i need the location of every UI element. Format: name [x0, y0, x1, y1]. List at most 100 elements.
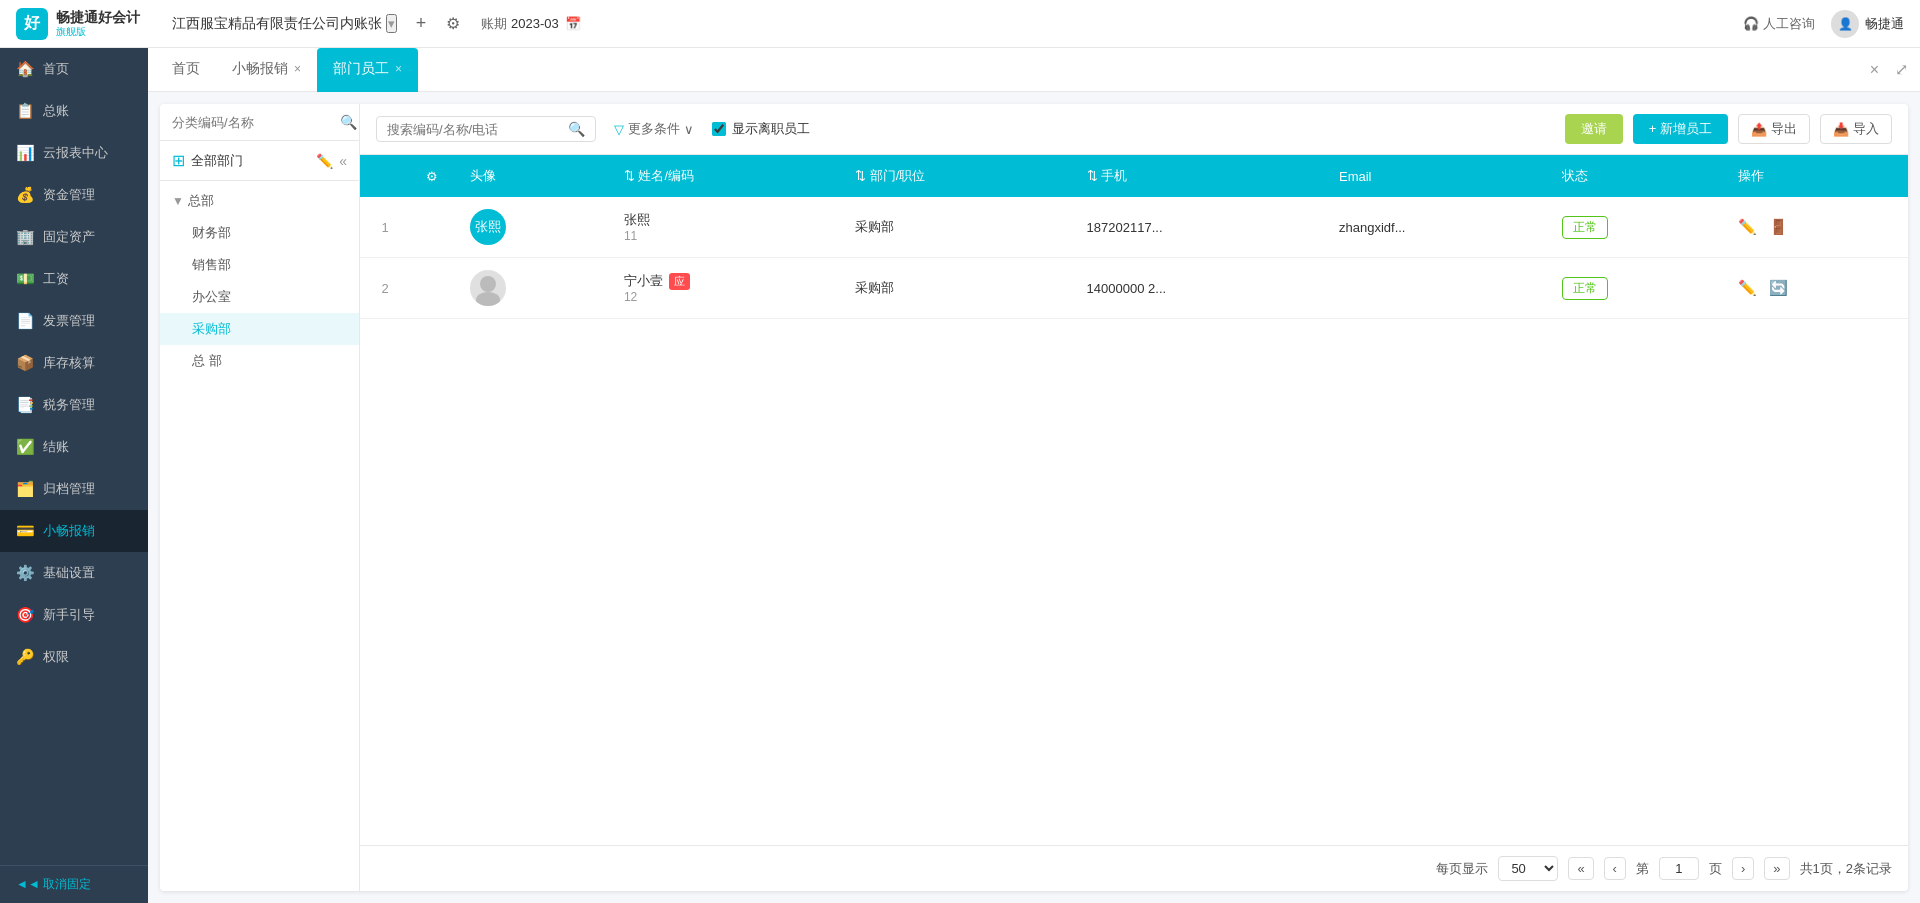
- refresh-icon-2[interactable]: 🔄: [1769, 279, 1788, 297]
- first-page-button[interactable]: «: [1568, 857, 1593, 880]
- expand-arrow: ▼: [172, 194, 184, 208]
- show-resigned-checkbox-area[interactable]: 显示离职员工: [712, 120, 810, 138]
- sidebar-item-archive[interactable]: 🗂️ 归档管理: [0, 468, 148, 510]
- company-dropdown-button[interactable]: ▾: [386, 14, 397, 33]
- col-actions: 操作: [1722, 155, 1908, 197]
- all-dept-button[interactable]: ⊞ 全部部门: [172, 151, 243, 170]
- sidebar-item-invoice[interactable]: 📄 发票管理: [0, 300, 148, 342]
- company-name: 江西服宝精品有限责任公司内账张: [172, 15, 382, 33]
- dept-node-xiaoshoubu[interactable]: 销售部: [160, 249, 359, 281]
- status-badge-2: 正常: [1562, 277, 1608, 300]
- dept-node-caigoubu[interactable]: 采购部: [160, 313, 359, 345]
- col-name-code[interactable]: ⇅ 姓名/编码: [608, 155, 839, 197]
- settings-button[interactable]: ⚙: [441, 12, 465, 36]
- sidebar-item-settings[interactable]: ⚙️ 基础设置: [0, 552, 148, 594]
- unpin-button[interactable]: ◄◄ 取消固定: [0, 865, 148, 903]
- dept-node-caiwubu[interactable]: 财务部: [160, 217, 359, 249]
- add-company-button[interactable]: +: [409, 12, 433, 36]
- sidebar-item-guide[interactable]: 🎯 新手引导: [0, 594, 148, 636]
- sidebar-label-general-ledger: 总账: [43, 102, 69, 120]
- tab-expense-report-close[interactable]: ×: [294, 62, 301, 76]
- sidebar: 🏠 首页 📋 总账 📊 云报表中心 💰 资金管理 🏢 固定资产 💵 工资 📄 发…: [0, 48, 148, 903]
- tab-expense-report[interactable]: 小畅报销 ×: [216, 48, 317, 92]
- dept-edit-button[interactable]: ✏️: [316, 153, 333, 169]
- dept-tree-body: ▼ 总部 财务部 销售部 办公室 采购部 总 部: [160, 181, 359, 381]
- per-page-select[interactable]: 50 100 200: [1498, 856, 1558, 881]
- dept-node-zongbu2[interactable]: 总 部: [160, 345, 359, 377]
- show-resigned-checkbox[interactable]: [712, 122, 726, 136]
- dept-search-area: 🔍: [160, 104, 359, 141]
- import-icon: 📥: [1833, 122, 1849, 137]
- calendar-icon[interactable]: 📅: [565, 16, 581, 31]
- tab-close-window-button[interactable]: ×: [1866, 56, 1883, 83]
- logout-icon-1[interactable]: 🚪: [1769, 218, 1788, 236]
- prev-page-button[interactable]: ‹: [1604, 857, 1626, 880]
- page-content: 🔍 ⊞ 全部部门 ✏️ « ▼ 总部: [160, 104, 1908, 891]
- col-avatar: 头像: [454, 155, 608, 197]
- tab-expand-button[interactable]: ⤢: [1891, 56, 1912, 83]
- export-button[interactable]: 📤 导出: [1738, 114, 1810, 144]
- sidebar-label-permissions: 权限: [43, 648, 69, 666]
- edit-icon-1[interactable]: ✏️: [1738, 218, 1757, 236]
- dept-search-input[interactable]: [172, 115, 340, 130]
- user-name: 畅捷通: [1865, 15, 1904, 33]
- col-phone[interactable]: ⇅ 手机: [1071, 155, 1323, 197]
- logo-area: 好 畅捷通好会计 旗舰版: [16, 8, 164, 40]
- svg-point-0: [480, 276, 496, 292]
- row-1-num: 1: [360, 197, 410, 258]
- next-page-button[interactable]: ›: [1732, 857, 1754, 880]
- dept-collapse-button[interactable]: «: [339, 153, 347, 169]
- support-button[interactable]: 🎧 人工咨询: [1743, 15, 1815, 33]
- dept-node-zongbu-parent[interactable]: ▼ 总部: [160, 185, 359, 217]
- col-dept-position[interactable]: ⇅ 部门/职位: [839, 155, 1070, 197]
- search-icon[interactable]: 🔍: [568, 121, 585, 137]
- list-toolbar: 🔍 ▽ 更多条件 ∨ 显示离职员工 邀请 + 新增员工: [360, 104, 1908, 155]
- sidebar-item-permissions[interactable]: 🔑 权限: [0, 636, 148, 678]
- tab-home[interactable]: 首页: [156, 48, 216, 92]
- edit-icon-2[interactable]: ✏️: [1738, 279, 1757, 297]
- header-right: 🎧 人工咨询 👤 畅捷通: [1743, 10, 1904, 38]
- sidebar-label-archive: 归档管理: [43, 480, 95, 498]
- page-number-input[interactable]: [1659, 857, 1699, 880]
- last-page-button[interactable]: »: [1764, 857, 1789, 880]
- tab-dept-employee[interactable]: 部门员工 ×: [317, 48, 418, 92]
- employee-table-container: ⚙ 头像 ⇅ 姓名/编码 ⇅ 部门/职位 ⇅ 手机: [360, 155, 1908, 845]
- add-employee-button[interactable]: + 新增员工: [1633, 114, 1728, 144]
- row-2-avatar: [454, 258, 608, 319]
- sidebar-item-salary[interactable]: 💵 工资: [0, 258, 148, 300]
- grid-icon: ⊞: [172, 151, 185, 170]
- invite-button[interactable]: 邀请: [1565, 114, 1623, 144]
- more-filter-button[interactable]: ▽ 更多条件 ∨: [606, 116, 702, 142]
- sidebar-item-home[interactable]: 🏠 首页: [0, 48, 148, 90]
- table-row: 2 宁小壹: [360, 258, 1908, 319]
- sidebar-item-expense[interactable]: 💳 小畅报销: [0, 510, 148, 552]
- sidebar-label-invoice: 发票管理: [43, 312, 95, 330]
- dept-search-icon[interactable]: 🔍: [340, 114, 357, 130]
- sidebar-label-settlement: 结账: [43, 438, 69, 456]
- sidebar-label-inventory: 库存核算: [43, 354, 95, 372]
- show-resigned-label: 显示离职员工: [732, 120, 810, 138]
- import-button[interactable]: 📥 导入: [1820, 114, 1892, 144]
- col-status: 状态: [1546, 155, 1723, 197]
- expense-icon: 💳: [16, 522, 35, 540]
- employee-search-input[interactable]: [387, 122, 568, 137]
- sidebar-item-inventory[interactable]: 📦 库存核算: [0, 342, 148, 384]
- sidebar-item-reports[interactable]: 📊 云报表中心: [0, 132, 148, 174]
- dept-node-bangongshi[interactable]: 办公室: [160, 281, 359, 313]
- sidebar-item-funds[interactable]: 💰 资金管理: [0, 174, 148, 216]
- ledger-icon: 📋: [16, 102, 35, 120]
- filter-label: 更多条件: [628, 120, 680, 138]
- tabs-bar: 首页 小畅报销 × 部门员工 × × ⤢: [148, 48, 1920, 92]
- tab-dept-employee-close[interactable]: ×: [395, 62, 402, 76]
- sidebar-item-settlement[interactable]: ✅ 结账: [0, 426, 148, 468]
- col-settings[interactable]: ⚙: [410, 155, 454, 197]
- sidebar-label-home: 首页: [43, 60, 69, 78]
- pagination-bar: 每页显示 50 100 200 « ‹ 第 页 › » 共1页，2条记录: [360, 845, 1908, 891]
- sidebar-item-fixed-assets[interactable]: 🏢 固定资产: [0, 216, 148, 258]
- sidebar-item-tax[interactable]: 📑 税务管理: [0, 384, 148, 426]
- inventory-icon: 📦: [16, 354, 35, 372]
- filter-icon: ▽: [614, 122, 624, 137]
- sidebar-item-general-ledger[interactable]: 📋 总账: [0, 90, 148, 132]
- user-area[interactable]: 👤 畅捷通: [1831, 10, 1904, 38]
- row-2-name-code: 宁小壹 应 12: [608, 258, 839, 319]
